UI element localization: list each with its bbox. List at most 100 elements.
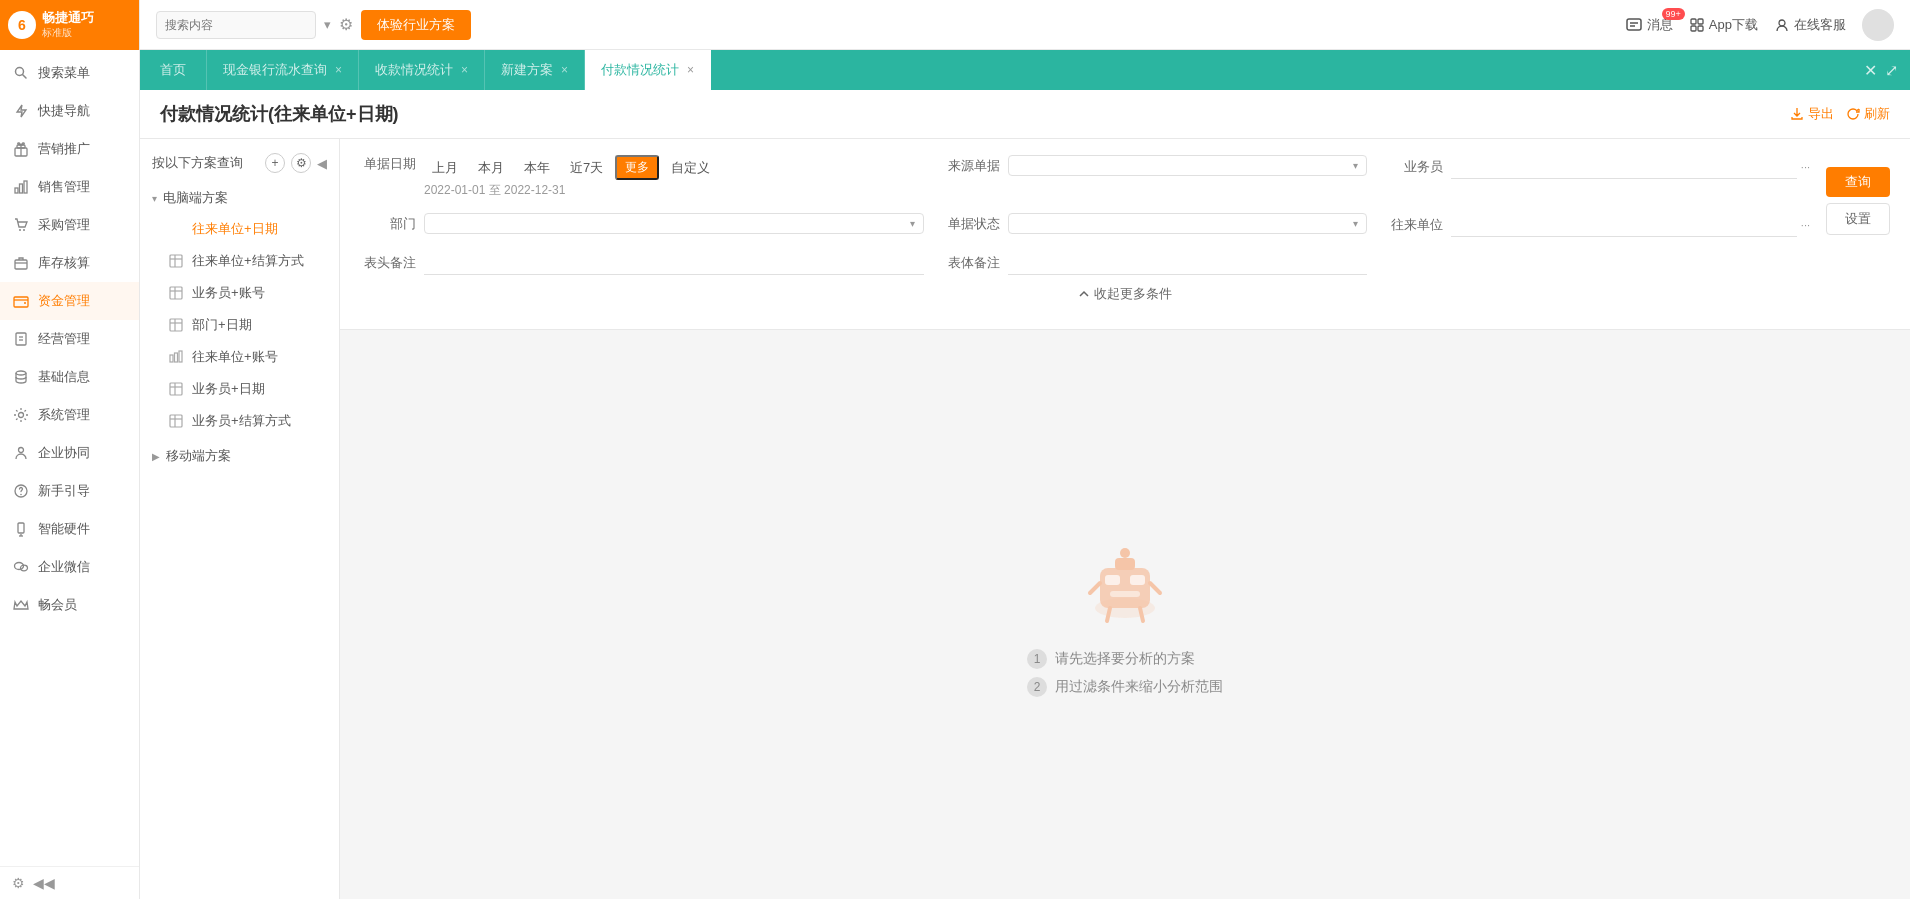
sidebar-item-basic-info[interactable]: 基础信息 bbox=[0, 358, 139, 396]
app-download-btn[interactable]: App下载 bbox=[1689, 16, 1758, 34]
date-last-7-btn[interactable]: 近7天 bbox=[562, 157, 611, 179]
table-body-input[interactable] bbox=[1008, 251, 1367, 275]
page-header-actions: 导出 刷新 bbox=[1790, 105, 1890, 123]
scheme-settings-btn[interactable]: ⚙ bbox=[291, 153, 311, 173]
svg-point-16 bbox=[16, 371, 26, 375]
table-header-input[interactable] bbox=[424, 251, 924, 275]
topbar-gear-icon[interactable]: ⚙ bbox=[339, 15, 353, 34]
sidebar-item-wechat[interactable]: 企业微信 bbox=[0, 548, 139, 586]
box-icon bbox=[12, 254, 30, 272]
tab-new-scheme[interactable]: 新建方案 × bbox=[485, 50, 585, 90]
table-header-control bbox=[424, 251, 924, 275]
refresh-btn[interactable]: 刷新 bbox=[1846, 105, 1890, 123]
chart-icon bbox=[12, 178, 30, 196]
tab-home[interactable]: 首页 bbox=[140, 50, 207, 90]
online-service-btn[interactable]: 在线客服 bbox=[1774, 16, 1846, 34]
user-avatar[interactable] bbox=[1862, 9, 1894, 41]
sidebar-item-hardware[interactable]: 智能硬件 bbox=[0, 510, 139, 548]
mobile-scheme-group[interactable]: ▶ 移动端方案 bbox=[140, 441, 339, 471]
pc-scheme-group-label: 电脑端方案 bbox=[163, 189, 228, 207]
date-last-month-btn[interactable]: 上月 bbox=[424, 157, 466, 179]
maximize-btn[interactable]: ⤢ bbox=[1885, 61, 1898, 80]
scheme-item-unit-date[interactable]: 往来单位+日期 bbox=[140, 213, 339, 245]
add-scheme-btn[interactable]: + bbox=[265, 153, 285, 173]
sidebar-item-operations[interactable]: 经营管理 bbox=[0, 320, 139, 358]
close-all-tabs-btn[interactable]: ✕ bbox=[1864, 61, 1877, 80]
staff-input[interactable] bbox=[1451, 155, 1797, 179]
doc-status-label: 单据状态 bbox=[944, 215, 1000, 233]
collapse-sidebar-btn[interactable]: ◀◀ bbox=[33, 875, 55, 891]
source-control[interactable]: ▾ bbox=[1008, 155, 1367, 176]
empty-tips: 1 请先选择要分析的方案 2 用过滤条件来缩小分析范围 bbox=[1027, 649, 1223, 697]
wechat-icon bbox=[12, 558, 30, 576]
filter-row-3: 表头备注 表体备注 bbox=[360, 251, 1810, 275]
svg-rect-44 bbox=[170, 383, 182, 395]
dept-control[interactable]: ▾ bbox=[424, 213, 924, 234]
tab-bank-flow-close[interactable]: × bbox=[335, 63, 342, 77]
staff-label: 业务员 bbox=[1387, 158, 1443, 176]
messages-badge: 99+ bbox=[1662, 8, 1685, 20]
database-icon bbox=[12, 368, 30, 386]
scheme-item-unit-settlement[interactable]: 往来单位+结算方式 bbox=[140, 245, 339, 277]
tab-bank-flow[interactable]: 现金银行流水查询 × bbox=[207, 50, 359, 90]
svg-rect-35 bbox=[170, 287, 182, 299]
scheme-item-staff-account[interactable]: 业务员+账号 bbox=[140, 277, 339, 309]
tab-receipt-stats-close[interactable]: × bbox=[461, 63, 468, 77]
staff-control: ··· bbox=[1451, 155, 1810, 179]
sidebar-item-guide[interactable]: 新手引导 bbox=[0, 472, 139, 510]
date-this-year-btn[interactable]: 本年 bbox=[516, 157, 558, 179]
messages-btn[interactable]: 消息 99+ bbox=[1625, 16, 1673, 34]
search-input[interactable] bbox=[156, 11, 316, 39]
svg-rect-10 bbox=[15, 260, 27, 269]
related-unit-input[interactable] bbox=[1451, 213, 1797, 237]
sidebar-item-system[interactable]: 系统管理 bbox=[0, 396, 139, 434]
industry-btn[interactable]: 体验行业方案 bbox=[361, 10, 471, 40]
app-name-group: 畅捷通巧 标准版 bbox=[42, 10, 94, 40]
staff-more-icon[interactable]: ··· bbox=[1801, 161, 1810, 173]
sidebar-item-membership[interactable]: 畅会员 bbox=[0, 586, 139, 624]
scheme-item-staff-settlement[interactable]: 业务员+结算方式 bbox=[140, 405, 339, 437]
chevron-down-icon: ▾ bbox=[152, 193, 157, 204]
sidebar-label-finance: 资金管理 bbox=[38, 292, 90, 310]
sidebar-label-quick-nav: 快捷导航 bbox=[38, 102, 90, 120]
sidebar-item-quick-nav[interactable]: 快捷导航 bbox=[0, 92, 139, 130]
export-btn[interactable]: 导出 bbox=[1790, 105, 1834, 123]
sidebar-item-purchase[interactable]: 采购管理 bbox=[0, 206, 139, 244]
date-custom-btn[interactable]: 自定义 bbox=[663, 157, 718, 179]
scheme-item-dept-date[interactable]: 部门+日期 bbox=[140, 309, 339, 341]
tab-payment-stats-close[interactable]: × bbox=[687, 63, 694, 77]
svg-point-17 bbox=[19, 413, 24, 418]
empty-tip-2: 2 用过滤条件来缩小分析范围 bbox=[1027, 677, 1223, 697]
date-this-month-btn[interactable]: 本月 bbox=[470, 157, 512, 179]
sidebar-item-sales[interactable]: 销售管理 bbox=[0, 168, 139, 206]
doc-status-control[interactable]: ▾ bbox=[1008, 213, 1367, 234]
sidebar-item-finance[interactable]: 资金管理 bbox=[0, 282, 139, 320]
scheme-item-unit-account[interactable]: 往来单位+账号 bbox=[140, 341, 339, 373]
service-label: 在线客服 bbox=[1794, 16, 1846, 34]
chevron-down-icon[interactable]: ▾ bbox=[324, 17, 331, 32]
tab-receipt-stats[interactable]: 收款情况统计 × bbox=[359, 50, 485, 90]
sidebar-item-marketing[interactable]: 营销推广 bbox=[0, 130, 139, 168]
scheme-item-staff-date[interactable]: 业务员+日期 bbox=[140, 373, 339, 405]
pc-scheme-group-header[interactable]: ▾ 电脑端方案 bbox=[140, 183, 339, 213]
date-more-btn[interactable]: 更多 bbox=[615, 155, 659, 180]
result-area: 1 请先选择要分析的方案 2 用过滤条件来缩小分析范围 bbox=[340, 330, 1910, 899]
sidebar-item-search-menu[interactable]: 搜索菜单 bbox=[0, 54, 139, 92]
table-icon-1 bbox=[168, 253, 184, 269]
related-unit-more-icon[interactable]: ··· bbox=[1801, 219, 1810, 231]
scheme-collapse-btn[interactable]: ◀ bbox=[317, 156, 327, 171]
tab-payment-stats[interactable]: 付款情况统计 × bbox=[585, 50, 711, 90]
sidebar-item-enterprise[interactable]: 企业协同 bbox=[0, 434, 139, 472]
sidebar-label-sales: 销售管理 bbox=[38, 178, 90, 196]
collapse-conditions-btn[interactable]: 收起更多条件 bbox=[1078, 285, 1172, 303]
filter-settings-btn[interactable]: 设置 bbox=[1826, 203, 1890, 235]
query-btn[interactable]: 查询 bbox=[1826, 167, 1890, 197]
scheme-item-unit-date-label: 往来单位+日期 bbox=[192, 220, 278, 238]
settings-footer-btn[interactable]: ⚙ bbox=[12, 875, 25, 891]
sidebar-item-inventory[interactable]: 库存核算 bbox=[0, 244, 139, 282]
tab-new-scheme-close[interactable]: × bbox=[561, 63, 568, 77]
sidebar-footer: ⚙ ◀◀ bbox=[0, 866, 139, 899]
filter-fields: 单据日期 上月 本月 本年 近7天 更多 bbox=[360, 155, 1810, 275]
sidebar-label-basic-info: 基础信息 bbox=[38, 368, 90, 386]
topbar-left: ▾ ⚙ 体验行业方案 bbox=[156, 10, 471, 40]
